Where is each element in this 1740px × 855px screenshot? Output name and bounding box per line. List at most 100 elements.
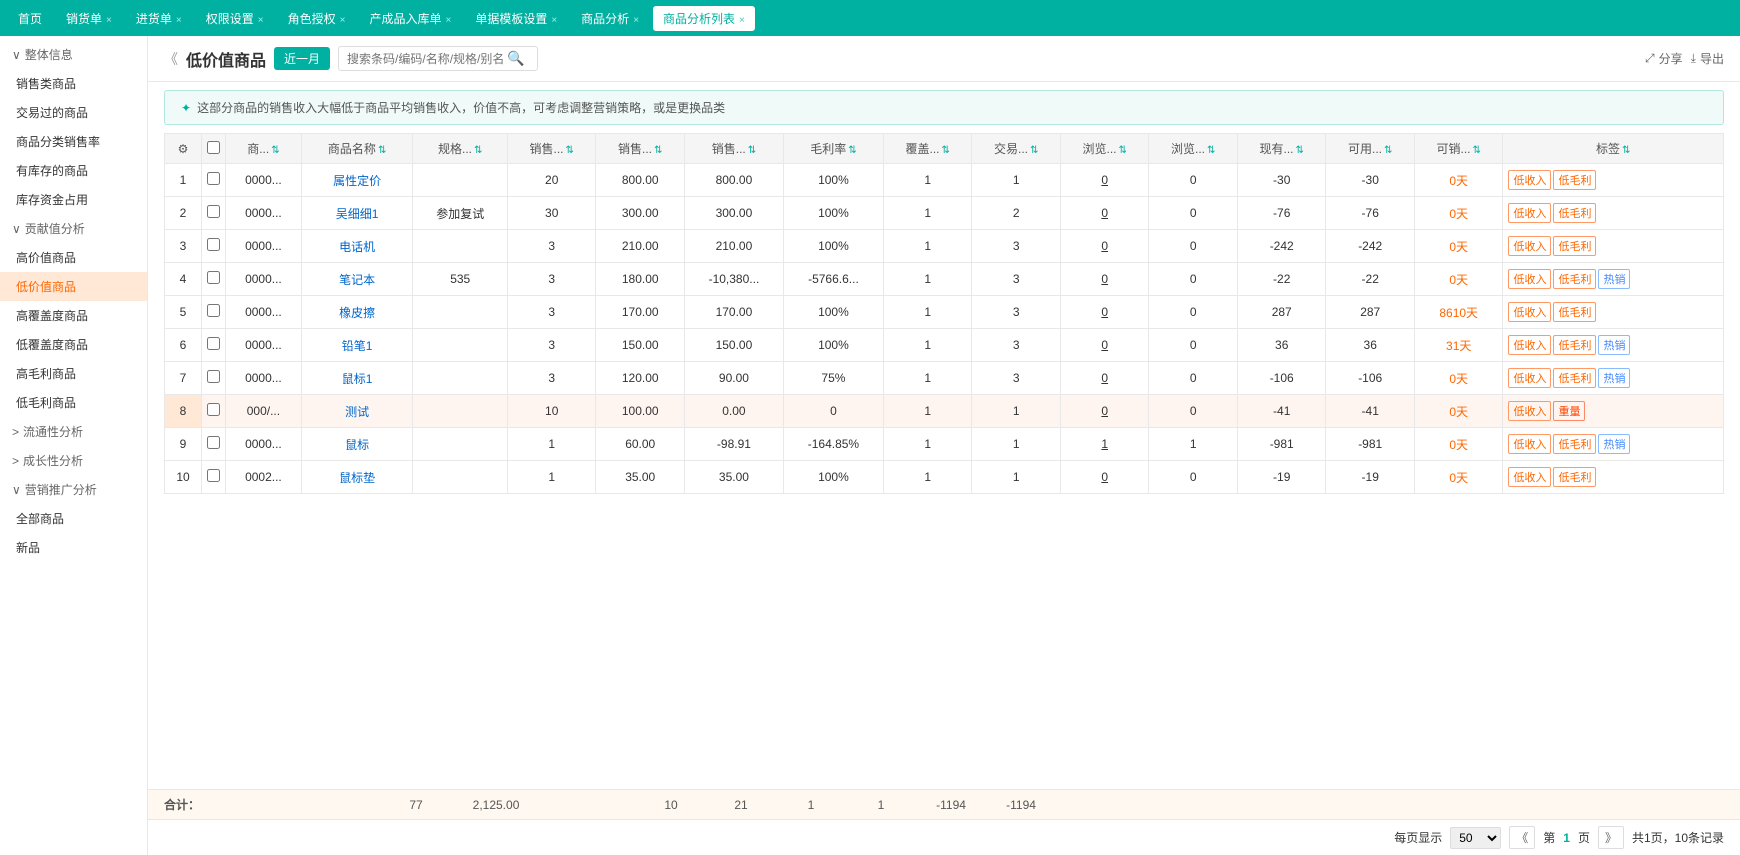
sidebar-item-new-products[interactable]: 新品 [0, 533, 147, 562]
row-name[interactable]: 测试 [301, 395, 413, 428]
sidebar-item-low-coverage[interactable]: 低覆盖度商品 [0, 330, 147, 359]
nav-close-sales[interactable]: × [106, 15, 112, 26]
nav-close-permission[interactable]: × [258, 15, 264, 26]
page-size-select[interactable]: 50 20 100 [1450, 827, 1501, 849]
select-all-checkbox[interactable] [207, 141, 220, 154]
col-sellable[interactable]: 可销...⇅ [1414, 134, 1503, 164]
section-marketing[interactable]: ∨ 营销推广分析 [0, 475, 147, 504]
row-checkbox[interactable] [207, 337, 220, 350]
col-cover[interactable]: 覆盖...⇅ [883, 134, 972, 164]
row-checkbox[interactable] [207, 172, 220, 185]
nav-close-role[interactable]: × [340, 15, 346, 26]
sidebar-item-all-products[interactable]: 全部商品 [0, 504, 147, 533]
sidebar-item-high-margin[interactable]: 高毛利商品 [0, 359, 147, 388]
row-name[interactable]: 电话机 [301, 230, 413, 263]
col-settings[interactable]: ⚙ [165, 134, 202, 164]
search-input[interactable] [347, 52, 507, 66]
row-current: 36 [1237, 329, 1326, 362]
row-checkbox[interactable] [207, 370, 220, 383]
row-checkbox[interactable] [207, 403, 220, 416]
first-page-button[interactable]: 《 [1509, 826, 1535, 849]
col-tags[interactable]: 标签⇅ [1503, 134, 1724, 164]
col-browse1[interactable]: 浏览...⇅ [1060, 134, 1149, 164]
col-sales2[interactable]: 销售...⇅ [596, 134, 685, 164]
row-checkbox[interactable] [207, 469, 220, 482]
sidebar-item-high-value[interactable]: 高价值商品 [0, 243, 147, 272]
col-code[interactable]: 商...⇅ [226, 134, 302, 164]
row-name[interactable]: 橡皮擦 [301, 296, 413, 329]
col-margin[interactable]: 毛利率⇅ [783, 134, 883, 164]
row-checkbox[interactable] [207, 205, 220, 218]
nav-close-analysis-list[interactable]: × [739, 15, 745, 26]
nav-home[interactable]: 首页 [8, 6, 52, 31]
nav-close-template[interactable]: × [551, 15, 557, 26]
share-button[interactable]: ⤢ 分享 [1645, 50, 1683, 67]
col-spec[interactable]: 规格...⇅ [413, 134, 507, 164]
row-name[interactable]: 吴细细1 [301, 197, 413, 230]
col-sales1[interactable]: 销售...⇅ [507, 134, 596, 164]
row-name[interactable]: 鼠标垫 [301, 461, 413, 494]
nav-sales-order[interactable]: 销货单× [56, 6, 122, 31]
row-browse1[interactable]: 1 [1060, 428, 1149, 461]
nav-close-inbound[interactable]: × [445, 15, 451, 26]
nav-analysis-list[interactable]: 商品分析列表× [653, 6, 755, 31]
section-overall[interactable]: ∨ 整体信息 [0, 40, 147, 69]
section-contribution[interactable]: ∨ 贡献值分析 [0, 214, 147, 243]
col-available[interactable]: 可用...⇅ [1326, 134, 1415, 164]
search-icon[interactable]: 🔍 [507, 50, 524, 67]
sidebar-item-inventory-capital[interactable]: 库存资金占用 [0, 185, 147, 214]
col-current[interactable]: 现有...⇅ [1237, 134, 1326, 164]
nav-close-purchase[interactable]: × [176, 15, 182, 26]
sidebar-item-traded-products[interactable]: 交易过的商品 [0, 98, 147, 127]
row-margin: 100% [783, 197, 883, 230]
sidebar-item-low-value[interactable]: 低价值商品 [0, 272, 147, 301]
export-button[interactable]: ⤓ 导出 [1691, 50, 1724, 67]
col-sales3[interactable]: 销售...⇅ [684, 134, 783, 164]
footer-trade-total: 21 [706, 798, 776, 812]
section-circulation[interactable]: > 流通性分析 [0, 417, 147, 446]
row-browse1[interactable]: 0 [1060, 164, 1149, 197]
row-browse1[interactable]: 0 [1060, 461, 1149, 494]
nav-close-analysis[interactable]: × [633, 15, 639, 26]
row-browse1[interactable]: 0 [1060, 296, 1149, 329]
row-name[interactable]: 属性定价 [301, 164, 413, 197]
row-tags: 低收入低毛利热销 [1503, 362, 1724, 395]
row-browse1[interactable]: 0 [1060, 362, 1149, 395]
nav-role-auth[interactable]: 角色授权× [278, 6, 356, 31]
col-trade[interactable]: 交易...⇅ [972, 134, 1061, 164]
sidebar-item-sales-products[interactable]: 销售类商品 [0, 69, 147, 98]
row-spec [413, 395, 507, 428]
row-current: -41 [1237, 395, 1326, 428]
sidebar-item-low-margin[interactable]: 低毛利商品 [0, 388, 147, 417]
row-name[interactable]: 铅笔1 [301, 329, 413, 362]
nav-product-inbound[interactable]: 产成品入库单× [359, 6, 461, 31]
table-container[interactable]: ⚙ 商...⇅ 商品名称⇅ 规格...⇅ 销售...⇅ 销售...⇅ 销售...… [148, 133, 1740, 789]
row-browse1[interactable]: 0 [1060, 329, 1149, 362]
row-checkbox[interactable] [207, 436, 220, 449]
col-name[interactable]: 商品名称⇅ [301, 134, 413, 164]
row-browse1[interactable]: 0 [1060, 263, 1149, 296]
table-row: 60000...铅笔13150.00150.00100%1300363631天低… [165, 329, 1724, 362]
row-checkbox[interactable] [207, 271, 220, 284]
nav-product-analysis[interactable]: 商品分析× [571, 6, 649, 31]
row-checkbox[interactable] [207, 304, 220, 317]
section-growth[interactable]: > 成长性分析 [0, 446, 147, 475]
next-page-button[interactable]: 》 [1598, 826, 1624, 849]
filter-recent-month[interactable]: 近一月 [274, 47, 330, 70]
row-name[interactable]: 鼠标 [301, 428, 413, 461]
row-checkbox[interactable] [207, 238, 220, 251]
row-browse1[interactable]: 0 [1060, 197, 1149, 230]
nav-purchase-order[interactable]: 进货单× [126, 6, 192, 31]
row-name[interactable]: 笔记本 [301, 263, 413, 296]
row-name[interactable]: 鼠标1 [301, 362, 413, 395]
nav-permission[interactable]: 权限设置× [196, 6, 274, 31]
sidebar-item-high-coverage[interactable]: 高覆盖度商品 [0, 301, 147, 330]
sidebar-item-inventory-products[interactable]: 有库存的商品 [0, 156, 147, 185]
row-browse1[interactable]: 0 [1060, 230, 1149, 263]
collapse-button[interactable]: 《 [164, 49, 178, 69]
sidebar-item-category-rate[interactable]: 商品分类销售率 [0, 127, 147, 156]
col-browse2[interactable]: 浏览...⇅ [1149, 134, 1238, 164]
row-browse1[interactable]: 0 [1060, 395, 1149, 428]
info-icon: ✦ [181, 101, 191, 115]
nav-template-settings[interactable]: 单据模板设置× [465, 6, 567, 31]
